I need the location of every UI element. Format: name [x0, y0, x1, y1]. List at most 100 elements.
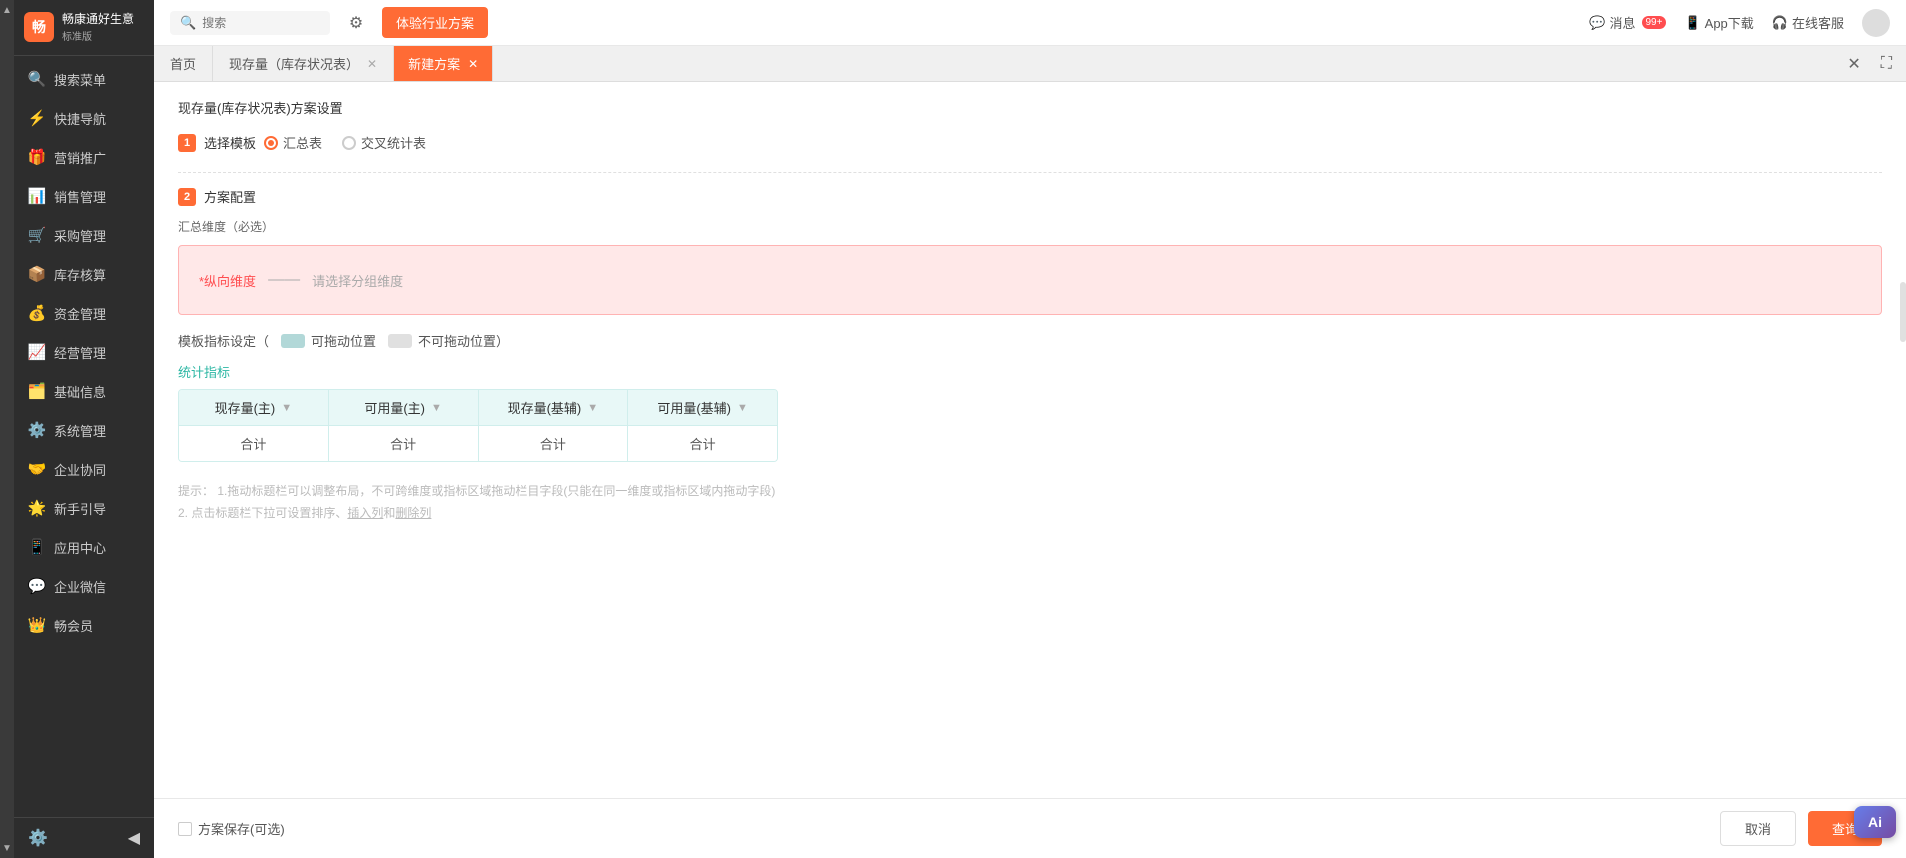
- messages-badge: 99+: [1642, 16, 1667, 29]
- draggable-legend-label: 可拖动位置: [311, 331, 376, 350]
- dimension-section-label: 汇总维度（必选）: [178, 218, 1882, 235]
- tab-inventory-status[interactable]: 现存量（库存状况表） ✕: [213, 46, 394, 81]
- tab-home-label: 首页: [170, 54, 196, 73]
- chevron-down-icon-1[interactable]: ▼: [431, 402, 442, 414]
- sidebar-item-operations[interactable]: 📈 经营管理: [14, 333, 154, 372]
- sidebar-item-new-guide[interactable]: 🌟 新手引导: [14, 489, 154, 528]
- sidebar-item-finance[interactable]: 💰 资金管理: [14, 294, 154, 333]
- sidebar-label-new-guide: 新手引导: [54, 499, 106, 518]
- radio-cross[interactable]: 交叉统计表: [342, 133, 426, 152]
- sidebar-item-basic-info[interactable]: 🗂️ 基础信息: [14, 372, 154, 411]
- delete-col-link[interactable]: 删除列: [395, 506, 431, 520]
- app-download-button[interactable]: 📱 App下载: [1684, 13, 1753, 32]
- app-center-icon: 📱: [28, 538, 46, 556]
- stats-col-header-3[interactable]: 可用量(基辅) ▼: [628, 390, 777, 426]
- ai-float-button[interactable]: Ai: [1854, 806, 1896, 838]
- scroll-handle[interactable]: [1900, 282, 1906, 342]
- gear-icon[interactable]: ⚙: [342, 9, 370, 37]
- stats-table-header: 现存量(主) ▼ 合计 可用量(主) ▼ 合计: [179, 390, 777, 461]
- radio-cross-label: 交叉统计表: [361, 133, 426, 152]
- collapse-icon[interactable]: ◀: [128, 828, 140, 848]
- chevron-down-icon-0[interactable]: ▼: [281, 402, 292, 414]
- sidebar-item-system[interactable]: ⚙️ 系统管理: [14, 411, 154, 450]
- indicator-settings-label: 模板指标设定（: [178, 331, 269, 350]
- sidebar-item-search-menu[interactable]: 🔍 搜索菜单: [14, 60, 154, 99]
- sidebar-item-app-center[interactable]: 📱 应用中心: [14, 528, 154, 567]
- sidebar-label-inventory: 库存核算: [54, 265, 106, 284]
- settings-icon[interactable]: ⚙️: [28, 828, 48, 848]
- close-new-plan-tab-icon[interactable]: ✕: [468, 57, 478, 71]
- tabs-bar: 首页 现存量（库存状况表） ✕ 新建方案 ✕ ✕ ⛶: [154, 46, 1906, 82]
- sidebar-item-purchase[interactable]: 🛒 采购管理: [14, 216, 154, 255]
- non-draggable-legend-box: [388, 334, 412, 348]
- tab-new-plan[interactable]: 新建方案 ✕: [394, 46, 493, 81]
- stats-col-header-1[interactable]: 可用量(主) ▼: [329, 390, 478, 426]
- messages-button[interactable]: 💬 消息 99+: [1589, 13, 1666, 32]
- stats-col-body-1: 合计: [329, 426, 478, 461]
- expand-tab-action-icon[interactable]: ⛶: [1875, 53, 1898, 75]
- chevron-down-icon-3[interactable]: ▼: [737, 402, 748, 414]
- hint-line-1: 提示： 1.拖动标题栏可以调整布局，不可跨维度或指标区域拖动栏目字段(只能在同一…: [178, 481, 1882, 503]
- purchase-icon: 🛒: [28, 226, 46, 244]
- operations-icon: 📈: [28, 343, 46, 361]
- stats-col-2: 现存量(基辅) ▼ 合计: [479, 390, 629, 461]
- sidebar-item-enterprise[interactable]: 🤝 企业协同: [14, 450, 154, 489]
- hint-line-2: 2. 点击标题栏下拉可设置排序、插入列和删除列: [178, 503, 1882, 525]
- sidebar-label-basic-info: 基础信息: [54, 382, 106, 401]
- scroll-up-arrow[interactable]: ▲: [0, 0, 14, 20]
- chevron-down-icon-2[interactable]: ▼: [587, 402, 598, 414]
- tab-home[interactable]: 首页: [154, 46, 213, 81]
- sidebar-item-marketing[interactable]: 🎁 营销推广: [14, 138, 154, 177]
- close-tab-action-icon[interactable]: ✕: [1841, 52, 1866, 76]
- sidebar-label-operations: 经营管理: [54, 343, 106, 362]
- cancel-button[interactable]: 取消: [1720, 811, 1796, 846]
- legend-draggable: 可拖动位置: [281, 331, 376, 350]
- stats-col-3: 可用量(基辅) ▼ 合计: [628, 390, 777, 461]
- template-radio-group: 汇总表 交叉统计表: [264, 133, 426, 152]
- sidebar-label-quick-nav: 快捷导航: [54, 109, 106, 128]
- stats-col-1: 可用量(主) ▼ 合计: [329, 390, 479, 461]
- stats-col-body-2: 合计: [479, 426, 628, 461]
- header-right: 💬 消息 99+ 📱 App下载 🎧 在线客服: [1589, 9, 1890, 37]
- stats-col-header-label-0: 现存量(主): [215, 398, 276, 417]
- inventory-icon: 📦: [28, 265, 46, 283]
- stats-col-body-0: 合计: [179, 426, 328, 461]
- save-checkbox[interactable]: [178, 822, 192, 836]
- search-box[interactable]: 🔍: [170, 11, 330, 35]
- step2-block: 2 方案配置 汇总维度（必选） *纵向维度 —— 请选择分组维度 模板指标设定（: [178, 187, 1882, 524]
- stats-col-header-label-3: 可用量(基辅): [657, 398, 731, 417]
- close-inventory-tab-icon[interactable]: ✕: [367, 57, 377, 71]
- industry-solution-button[interactable]: 体验行业方案: [382, 7, 488, 38]
- user-avatar[interactable]: [1862, 9, 1890, 37]
- sidebar-item-quick-nav[interactable]: ⚡ 快捷导航: [14, 99, 154, 138]
- step1-header: 1 选择模板 汇总表 交叉统计表: [178, 133, 1882, 152]
- sidebar-item-inventory[interactable]: 📦 库存核算: [14, 255, 154, 294]
- page-title: 现存量(库存状况表)方案设置: [178, 98, 1882, 117]
- vip-icon: 👑: [28, 616, 46, 634]
- online-service-button[interactable]: 🎧 在线客服: [1772, 13, 1844, 32]
- search-input[interactable]: [202, 16, 320, 30]
- sidebar-item-sales[interactable]: 📊 销售管理: [14, 177, 154, 216]
- basic-info-icon: 🗂️: [28, 382, 46, 400]
- insert-col-link[interactable]: 插入列: [347, 506, 383, 520]
- radio-summary-label: 汇总表: [283, 133, 322, 152]
- messages-label: 消息: [1609, 13, 1635, 32]
- step1-title: 选择模板: [204, 133, 256, 152]
- dimension-box[interactable]: *纵向维度 —— 请选择分组维度: [178, 245, 1882, 315]
- tabs-actions: ✕ ⛶: [1841, 52, 1906, 76]
- stats-col-header-2[interactable]: 现存量(基辅) ▼: [479, 390, 628, 426]
- sidebar-footer: ⚙️ ◀: [14, 817, 154, 858]
- radio-summary-circle: [264, 136, 278, 150]
- radio-cross-circle: [342, 136, 356, 150]
- headset-icon: 🎧: [1772, 15, 1788, 31]
- scroll-down-arrow[interactable]: ▼: [0, 838, 14, 858]
- sidebar-label-wechat: 企业微信: [54, 577, 106, 596]
- sidebar-item-wechat[interactable]: 💬 企业微信: [14, 567, 154, 606]
- finance-icon: 💰: [28, 304, 46, 322]
- sidebar-item-vip[interactable]: 👑 畅会员: [14, 606, 154, 645]
- step1-number: 1: [178, 134, 196, 152]
- radio-summary[interactable]: 汇总表: [264, 133, 322, 152]
- stats-col-header-0[interactable]: 现存量(主) ▼: [179, 390, 328, 426]
- legend-non-draggable: 不可拖动位置）: [388, 331, 509, 350]
- dimension-arrow: ——: [268, 271, 300, 289]
